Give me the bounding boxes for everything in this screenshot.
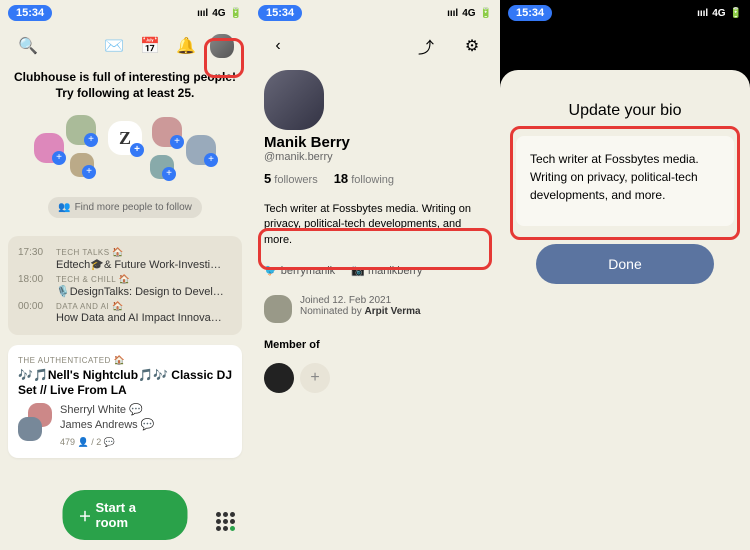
instagram-icon: 📷 bbox=[351, 265, 365, 277]
schedule-row[interactable]: 00:00 DATA AND AI 🏠How Data and AI Impac… bbox=[18, 301, 232, 324]
room-avatars bbox=[18, 403, 54, 439]
profile-bio[interactable]: Tech writer at Fossbytes media. Writing … bbox=[250, 196, 500, 254]
twitter-icon: 🐦 bbox=[264, 265, 278, 277]
profile-joined-block: Joined 12. Feb 2021 Nominated by Arpit V… bbox=[250, 287, 500, 331]
plus-icon: + bbox=[170, 135, 184, 149]
status-indicators: ıııl 4G 🔋 bbox=[697, 8, 742, 19]
plus-icon: ＋ bbox=[79, 506, 92, 525]
avatar-icon bbox=[18, 417, 42, 441]
profile-header: ‹ ⤴ ⚙ bbox=[250, 26, 500, 66]
joined-date: Joined 12. Feb 2021 bbox=[300, 295, 421, 306]
suggested-avatar[interactable]: + bbox=[66, 115, 96, 145]
schedule-time: 17:30 bbox=[18, 247, 48, 271]
find-more-people-button[interactable]: 👥Find more people to follow bbox=[48, 197, 202, 218]
search-icon[interactable]: 🔍 bbox=[16, 34, 40, 58]
edit-bio-screen: 15:34 ıııl 4G 🔋 Update your bio Tech wri… bbox=[500, 0, 750, 550]
battery-icon: 🔋 bbox=[230, 8, 242, 19]
sheet-title: Update your bio bbox=[516, 102, 734, 120]
grid-button[interactable] bbox=[216, 510, 238, 532]
room-stats: 479 👤 / 2 💬 bbox=[60, 436, 154, 449]
member-of-label: Member of bbox=[250, 331, 500, 359]
follow-heading-line2: Try following at least 25. bbox=[14, 86, 236, 102]
house-icon: 🏠 bbox=[119, 274, 131, 284]
nominator-avatar[interactable] bbox=[264, 295, 292, 323]
schedule-time: 00:00 bbox=[18, 301, 48, 324]
suggested-avatar[interactable]: Z+ bbox=[108, 121, 142, 155]
schedule-row[interactable]: 18:00 TECH & CHILL 🏠🎙️DesignTalks: Desig… bbox=[18, 274, 232, 298]
profile-name: Manik Berry bbox=[250, 134, 500, 151]
status-time: 15:34 bbox=[258, 5, 302, 21]
profile-screen: 15:34 ıııl 4G 🔋 ‹ ⤴ ⚙ Manik Berry @manik… bbox=[250, 0, 500, 550]
bio-textarea[interactable]: Tech writer at Fossbytes media. Writing … bbox=[516, 136, 734, 226]
back-icon[interactable]: ‹ bbox=[266, 34, 290, 58]
status-indicators: ıııl 4G 🔋 bbox=[197, 8, 242, 19]
suggested-avatar[interactable]: + bbox=[34, 133, 64, 163]
share-icon[interactable]: ⤴ bbox=[414, 34, 438, 58]
done-button[interactable]: Done bbox=[536, 244, 714, 284]
battery-icon: 🔋 bbox=[480, 8, 492, 19]
follow-heading-line1: Clubhouse is full of interesting people! bbox=[14, 70, 236, 86]
house-icon: 🏠 bbox=[112, 247, 124, 257]
profile-handle: @manik.berry bbox=[250, 151, 500, 171]
notifications-icon[interactable]: 🔔 bbox=[174, 34, 198, 58]
schedule-row[interactable]: 17:30 TECH TALKS 🏠Edtech🎓& Future Work-I… bbox=[18, 247, 232, 271]
battery-icon: 🔋 bbox=[730, 8, 742, 19]
suggested-avatars: + + Z+ + + + + bbox=[14, 107, 236, 187]
suggested-avatar[interactable]: + bbox=[150, 155, 174, 179]
plus-icon: + bbox=[82, 165, 96, 179]
status-bar: 15:34 ıııl 4G 🔋 bbox=[250, 0, 500, 26]
start-room-button[interactable]: ＋Start a room bbox=[63, 490, 188, 540]
status-time: 15:34 bbox=[8, 5, 52, 21]
plus-icon: + bbox=[130, 143, 144, 157]
schedule-card[interactable]: 17:30 TECH TALKS 🏠Edtech🎓& Future Work-I… bbox=[8, 236, 242, 335]
schedule-title: Edtech🎓& Future Work-Investi… bbox=[56, 258, 232, 271]
add-club-button[interactable]: + bbox=[300, 363, 330, 393]
instagram-link[interactable]: 📷 manikberry bbox=[351, 264, 422, 277]
profile-avatar-button[interactable] bbox=[210, 34, 234, 58]
invites-icon[interactable]: ✉️ bbox=[102, 34, 126, 58]
plus-icon: + bbox=[204, 153, 218, 167]
suggested-avatar[interactable]: + bbox=[152, 117, 182, 147]
bio-edit-sheet: Update your bio Tech writer at Fossbytes… bbox=[500, 70, 750, 550]
status-time: 15:34 bbox=[508, 5, 552, 21]
settings-gear-icon[interactable]: ⚙ bbox=[460, 34, 484, 58]
twitter-link[interactable]: 🐦 berrymanik bbox=[264, 264, 335, 277]
room-host: THE AUTHENTICATED bbox=[18, 356, 111, 365]
house-icon: 🏠 bbox=[112, 301, 124, 311]
room-title: 🎶🎵Nell's Nightclub🎵🎶 Classic DJ Set // L… bbox=[18, 368, 232, 397]
feed-header: 🔍 ✉️ 📅 🔔 bbox=[0, 26, 250, 66]
followers-stat[interactable]: 5 followers bbox=[264, 171, 318, 186]
calendar-icon[interactable]: 📅 bbox=[138, 34, 162, 58]
suggested-avatar[interactable]: + bbox=[70, 153, 94, 177]
status-bar: 15:34 ıııl 4G 🔋 bbox=[500, 0, 750, 26]
profile-stats: 5 followers 18 following bbox=[250, 171, 500, 196]
schedule-title: How Data and AI Impact Innova… bbox=[56, 312, 232, 324]
profile-photo[interactable] bbox=[264, 70, 324, 130]
follow-suggestion-block: Clubhouse is full of interesting people!… bbox=[0, 66, 250, 226]
avatar-icon bbox=[210, 34, 234, 58]
member-of-clubs: + bbox=[250, 359, 500, 397]
profile-socials: 🐦 berrymanik 📷 manikberry bbox=[250, 254, 500, 287]
plus-icon: + bbox=[84, 133, 98, 147]
house-icon: 🏠 bbox=[114, 355, 126, 365]
people-icon: 👥 bbox=[58, 202, 70, 213]
feed-screen: 15:34 ıııl 4G 🔋 🔍 ✉️ 📅 🔔 Clubhouse is fu… bbox=[0, 0, 250, 550]
room-speakers: Sherryl White 💬 James Andrews 💬 479 👤 / … bbox=[60, 403, 154, 448]
suggested-avatar[interactable]: + bbox=[186, 135, 216, 165]
status-bar: 15:34 ıııl 4G 🔋 bbox=[0, 0, 250, 26]
plus-icon: + bbox=[162, 167, 176, 181]
following-stat[interactable]: 18 following bbox=[334, 171, 394, 186]
status-indicators: ıııl 4G 🔋 bbox=[447, 8, 492, 19]
nominated-by: Nominated by Arpit Verma bbox=[300, 306, 421, 317]
room-card[interactable]: THE AUTHENTICATED 🏠 🎶🎵Nell's Nightclub🎵🎶… bbox=[8, 345, 242, 458]
plus-icon: + bbox=[52, 151, 66, 165]
club-avatar[interactable] bbox=[264, 363, 294, 393]
schedule-time: 18:00 bbox=[18, 274, 48, 298]
schedule-title: 🎙️DesignTalks: Design to Devel… bbox=[56, 285, 232, 298]
